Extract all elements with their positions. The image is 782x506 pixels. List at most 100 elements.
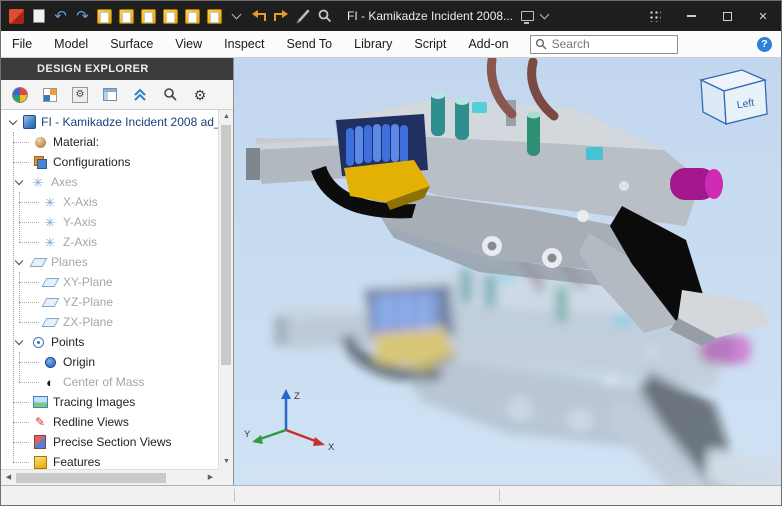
tree-branch [13, 442, 29, 443]
tree-item-configurations[interactable]: Configurations [1, 152, 218, 172]
tree-item-planes[interactable]: Planes [1, 252, 218, 272]
stylus-tool-button[interactable] [292, 3, 313, 29]
new-assembly-button[interactable] [116, 3, 137, 29]
axes-icon: ✳ [30, 174, 46, 190]
main-area: DESIGN EXPLORER ⚙ ⚙ [1, 58, 781, 485]
workspace-switch-button[interactable] [534, 3, 555, 29]
view-cube[interactable]: Left [701, 70, 767, 124]
save-document-icon [185, 9, 200, 24]
open-button[interactable] [160, 3, 181, 29]
options-gear-button[interactable]: ⚙ [190, 84, 210, 106]
scrollbar-thumb[interactable] [16, 473, 166, 483]
tree-vertical-scrollbar[interactable]: ▲ ▼ [218, 110, 233, 469]
tree-item-material[interactable]: Material: [1, 132, 218, 152]
menu-file[interactable]: File [1, 31, 43, 57]
app-window: ↶ ↷ FI - Kamikadze Incident 2008... [0, 0, 782, 506]
tree-item-precise-section-views[interactable]: Precise Section Views [1, 432, 218, 452]
redo-button[interactable]: ↷ [72, 3, 93, 29]
tree-horizontal-scrollbar[interactable]: ◀ ▶ [1, 469, 218, 485]
scroll-left-icon[interactable]: ◀ [1, 471, 16, 485]
model-search-button[interactable] [314, 3, 335, 29]
tree-search-button[interactable] [160, 84, 180, 106]
part-icon [23, 115, 36, 129]
maximize-icon [723, 12, 732, 21]
search-input[interactable] [550, 36, 673, 52]
quadrants-icon [43, 88, 57, 102]
corner-arrow-right-icon [273, 9, 289, 23]
new-part-button[interactable] [94, 3, 115, 29]
tree-item-yz-plane[interactable]: YZ-Plane [1, 292, 218, 312]
menu-inspect[interactable]: Inspect [213, 31, 275, 57]
undo-button[interactable]: ↶ [50, 3, 71, 29]
menu-script[interactable]: Script [403, 31, 457, 57]
panels-button[interactable] [100, 84, 120, 106]
menu-library[interactable]: Library [343, 31, 403, 57]
collapse-all-button[interactable] [130, 84, 150, 106]
tree-item-points[interactable]: Points [1, 332, 218, 352]
tree-item-tracing-images[interactable]: Tracing Images [1, 392, 218, 412]
status-bar [1, 485, 781, 505]
toolbar-overflow-button[interactable] [226, 3, 247, 29]
chevron-down-icon [540, 10, 550, 20]
new-document-button[interactable] [28, 3, 49, 29]
gear-box-icon: ⚙ [72, 87, 88, 103]
minimize-button[interactable] [673, 1, 709, 31]
close-button[interactable]: × [745, 1, 781, 31]
tree-item-center-of-mass[interactable]: ◐ Center of Mass [1, 372, 218, 392]
menu-view[interactable]: View [164, 31, 213, 57]
help-icon[interactable]: ? [757, 37, 772, 52]
drawing-document-icon [141, 9, 156, 24]
expander-icon[interactable] [7, 116, 19, 128]
monitor-icon [521, 11, 534, 21]
tree-item-x-axis[interactable]: ✳ X-Axis [1, 192, 218, 212]
tree-item-redline-views[interactable]: ✎ Redline Views [1, 412, 218, 432]
magnifier-icon [317, 8, 333, 24]
app-logo-icon[interactable] [6, 3, 27, 29]
scroll-right-icon[interactable]: ▶ [203, 471, 218, 485]
tree-branch [19, 222, 39, 223]
scrollbar-thumb[interactable] [221, 125, 231, 365]
jump-back-button[interactable] [248, 3, 269, 29]
status-separator [234, 489, 235, 502]
apps-grid-button[interactable] [637, 1, 673, 31]
scroll-up-icon[interactable]: ▲ [219, 110, 234, 124]
jump-forward-button[interactable] [270, 3, 291, 29]
scroll-down-icon[interactable]: ▼ [219, 455, 234, 469]
color-wheel-button[interactable] [10, 84, 30, 106]
save-all-button[interactable] [204, 3, 225, 29]
model-3d-view[interactable]: Left Z X Y [234, 58, 781, 485]
expander-icon[interactable] [13, 336, 25, 348]
tree-connector [19, 352, 20, 382]
menu-send-to[interactable]: Send To [275, 31, 343, 57]
color-wheel-icon [12, 87, 28, 103]
tree-item-axes[interactable]: ✳ Axes [1, 172, 218, 192]
search-icon [163, 87, 178, 102]
open-document-icon [163, 9, 178, 24]
tree-item-root[interactable]: FI - Kamikadze Incident 2008 ad_pr [1, 112, 218, 132]
tree-item-zx-plane[interactable]: ZX-Plane [1, 312, 218, 332]
status-separator [499, 489, 500, 502]
document-icon [33, 9, 45, 23]
expander-icon[interactable] [13, 176, 25, 188]
triad-z-label: Z [294, 391, 300, 402]
menu-model[interactable]: Model [43, 31, 99, 57]
stylus-icon [295, 8, 311, 24]
tree-item-z-axis[interactable]: ✳ Z-Axis [1, 232, 218, 252]
maximize-button[interactable] [709, 1, 745, 31]
tree-item-origin[interactable]: Origin [1, 352, 218, 372]
save-button[interactable] [182, 3, 203, 29]
axis-icon: ✳ [42, 214, 58, 230]
tree-item-xy-plane[interactable]: XY-Plane [1, 272, 218, 292]
plane-icon [42, 274, 58, 290]
new-drawing-button[interactable] [138, 3, 159, 29]
tree-item-y-axis[interactable]: ✳ Y-Axis [1, 212, 218, 232]
tree-item-features[interactable]: Features [1, 452, 218, 469]
menu-add-on[interactable]: Add-on [457, 31, 519, 57]
material-icon [32, 134, 48, 150]
menu-surface[interactable]: Surface [99, 31, 164, 57]
plane-icon [42, 314, 58, 330]
expander-icon[interactable] [13, 256, 25, 268]
viewport-3d[interactable]: Left Z X Y [234, 58, 781, 485]
explorer-settings-button[interactable]: ⚙ [70, 84, 90, 106]
display-options-button[interactable] [40, 84, 60, 106]
